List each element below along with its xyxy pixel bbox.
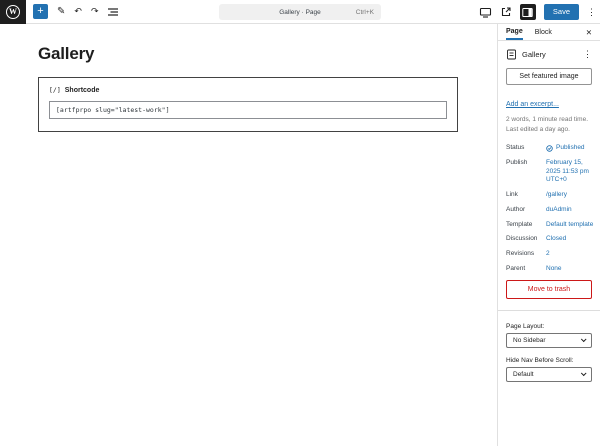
wordpress-logo-icon: W: [6, 4, 20, 19]
document-card: Gallery ⋮: [506, 49, 592, 60]
panel-divider: [498, 309, 600, 311]
sidebar-tabs: Page Block ✕: [498, 24, 600, 41]
settings-sidebar: Page Block ✕ Gallery ⋮ Set featured imag…: [497, 24, 600, 446]
editor-topbar: W + ✎ ↶ ↷ Gallery · Page Ctrl+K Save ⋮: [0, 0, 600, 24]
kebab-icon: ⋮: [583, 49, 592, 59]
publish-date-value[interactable]: February 15, 2025 11:53 pm UTC+0: [546, 159, 592, 185]
summary-row-revisions: Revisions 2: [506, 250, 550, 259]
undo-button[interactable]: ↶: [74, 7, 82, 16]
tab-block[interactable]: Block: [535, 24, 552, 40]
word-count-text: 2 words, 1 minute read time.: [506, 116, 589, 123]
page-panel: Gallery ⋮ Set featured image Add an exce…: [498, 41, 600, 391]
document-meta: 2 words, 1 minute read time. Last edited…: [506, 115, 592, 135]
page-title[interactable]: Gallery: [38, 44, 497, 64]
tab-page[interactable]: Page: [506, 24, 523, 40]
summary-row-publish: Publish February 15, 2025 11:53 pm UTC+0: [506, 159, 592, 185]
shortcode-block-header: [/] Shortcode: [49, 86, 447, 94]
topbar-actions: Save ⋮: [479, 0, 596, 24]
list-view-button[interactable]: [107, 6, 119, 18]
command-shortcut: Ctrl+K: [355, 8, 374, 16]
summary-row-template: Template Default template: [506, 220, 594, 230]
chevron-down-icon: [580, 370, 587, 377]
wordpress-editor: W + ✎ ↶ ↷ Gallery · Page Ctrl+K Save ⋮ G…: [0, 0, 600, 446]
redo-icon: ↷: [90, 6, 99, 16]
summary-row-parent: Parent None: [506, 265, 562, 274]
status-value[interactable]: Published: [546, 144, 585, 153]
pencil-icon: ✎: [57, 5, 66, 17]
document-card-title: Gallery: [522, 50, 546, 59]
kebab-icon: ⋮: [587, 6, 596, 17]
options-menu-button[interactable]: ⋮: [587, 7, 596, 18]
close-sidebar-button[interactable]: ✕: [586, 24, 592, 40]
hide-nav-select[interactable]: Default: [506, 366, 592, 382]
shortcode-input[interactable]: [artfprpo slug="latest-work"]: [49, 101, 447, 119]
document-actions-button[interactable]: ⋮: [583, 49, 592, 60]
add-excerpt-link[interactable]: Add an excerpt...: [506, 101, 559, 108]
set-featured-image-button[interactable]: Set featured image: [506, 68, 592, 85]
summary-row-discussion: Discussion Closed: [506, 235, 567, 244]
parent-value[interactable]: None: [546, 265, 562, 274]
undo-icon: ↶: [74, 6, 82, 16]
revisions-value[interactable]: 2: [546, 250, 550, 259]
preview-button[interactable]: [500, 6, 512, 18]
view-button[interactable]: [479, 6, 492, 19]
summary-row-author: Author duAdmin: [506, 205, 572, 215]
hide-nav-label: Hide Nav Before Scroll:: [506, 356, 574, 364]
editor-canvas[interactable]: Gallery [/] Shortcode [artfprpo slug="la…: [0, 24, 497, 446]
last-edited-text: Last edited a day ago.: [506, 126, 570, 134]
link-value[interactable]: /gallery: [546, 191, 567, 200]
shortcode-block-label: Shortcode: [64, 86, 100, 94]
save-button[interactable]: Save: [543, 4, 579, 20]
shortcode-block[interactable]: [/] Shortcode [artfprpo slug="latest-wor…: [38, 77, 458, 132]
published-status-icon: [546, 145, 553, 152]
author-value[interactable]: duAdmin: [546, 206, 572, 215]
settings-sidebar-toggle[interactable]: [519, 4, 536, 20]
redo-button[interactable]: ↷: [91, 7, 99, 16]
editor-body: Gallery [/] Shortcode [artfprpo slug="la…: [0, 24, 600, 446]
tools-button[interactable]: ✎: [57, 5, 66, 17]
chevron-down-icon: [580, 336, 587, 343]
sidebar-panel-icon: [522, 7, 534, 17]
shortcode-icon: [/]: [49, 86, 61, 94]
page-layout-value: No Sidebar: [513, 336, 546, 344]
list-view-icon: [108, 7, 119, 16]
command-palette-button[interactable]: Gallery · Page Ctrl+K: [219, 4, 381, 20]
template-value[interactable]: Default template: [546, 221, 593, 230]
summary-row-status: Status Published: [506, 144, 585, 153]
hide-nav-value: Default: [513, 370, 534, 378]
close-icon: ✕: [585, 27, 592, 37]
summary-row-link: Link /gallery: [506, 191, 567, 200]
discussion-value[interactable]: Closed: [546, 235, 566, 244]
page-layout-select[interactable]: No Sidebar: [506, 332, 592, 348]
external-link-icon: [501, 7, 511, 17]
plus-icon: +: [37, 5, 44, 17]
block-inserter-button[interactable]: +: [33, 4, 48, 19]
page-icon: [507, 49, 516, 60]
monitor-icon: [479, 7, 491, 18]
wordpress-logo[interactable]: W: [0, 0, 26, 24]
move-to-trash-button[interactable]: Move to trash: [506, 279, 592, 299]
page-layout-label: Page Layout:: [506, 322, 545, 330]
